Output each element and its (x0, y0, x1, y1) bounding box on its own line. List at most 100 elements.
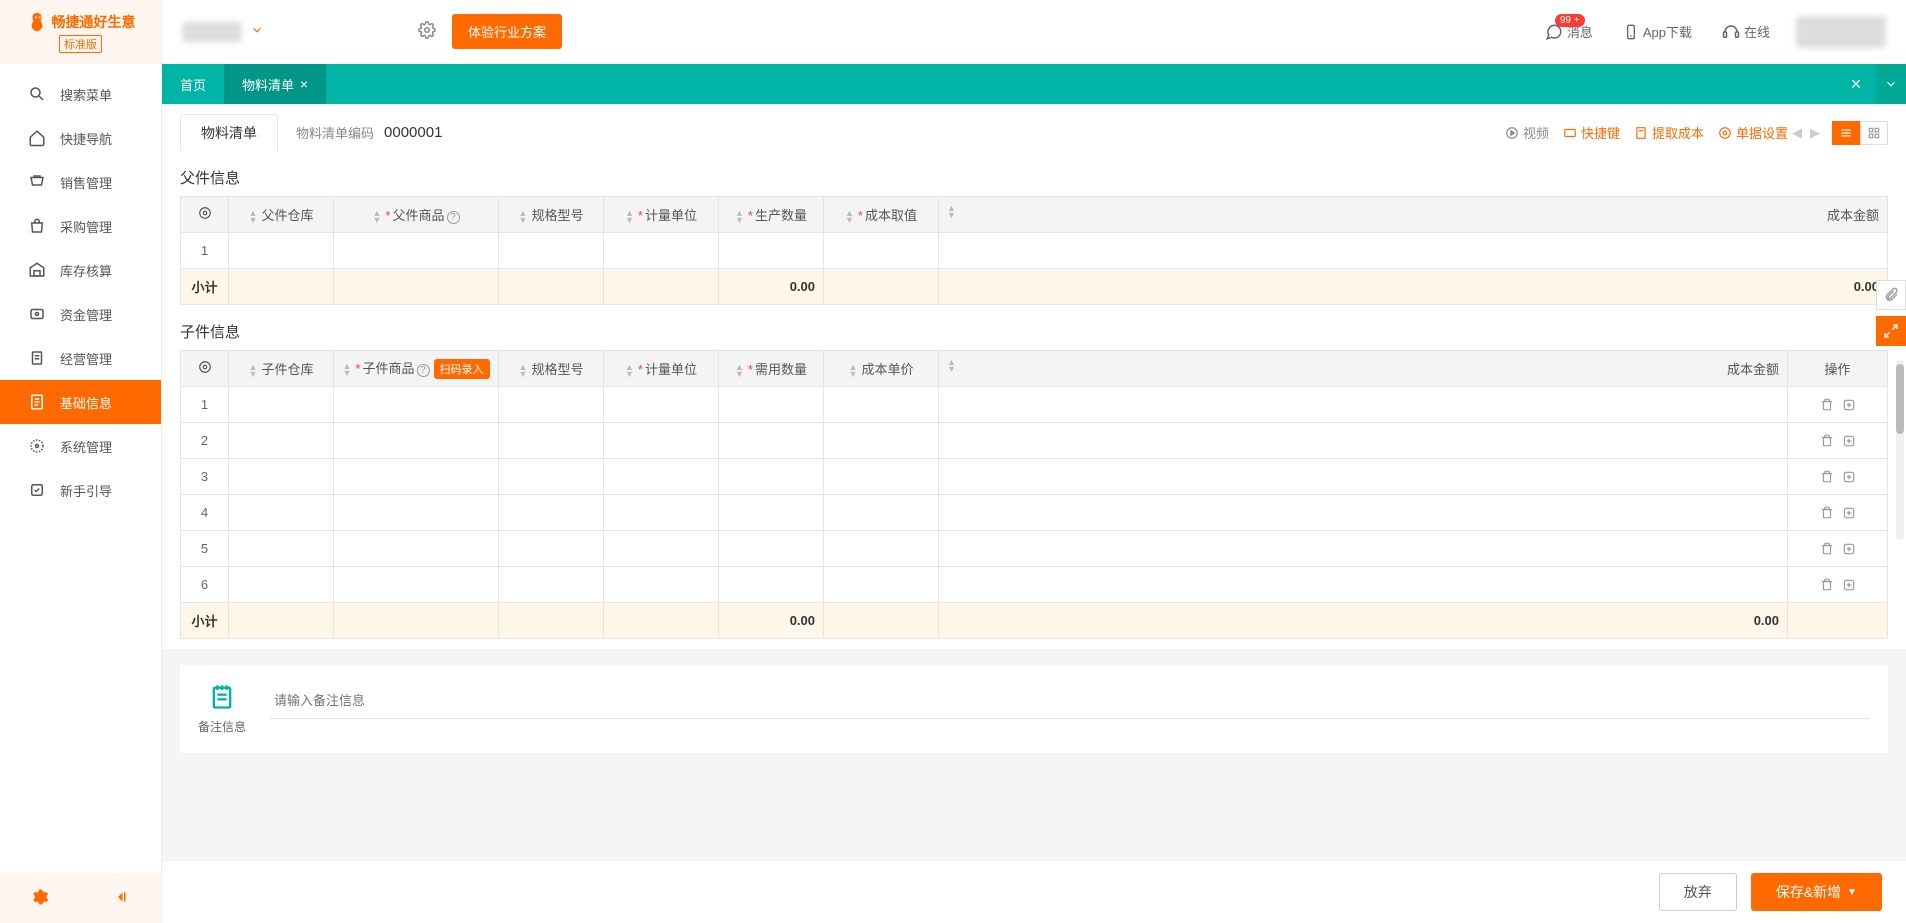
view-grid-button[interactable] (1860, 121, 1888, 145)
delete-row-icon[interactable] (1820, 506, 1834, 520)
nav-basic-info[interactable]: 基础信息 (0, 380, 161, 424)
cell-spec[interactable] (499, 531, 604, 567)
child-col-qty[interactable]: ▲▼*需用数量 (719, 351, 824, 387)
company-selector[interactable] (182, 22, 402, 42)
nav-operations[interactable]: 经营管理 (0, 336, 161, 380)
child-col-unit[interactable]: ▲▼*计量单位 (604, 351, 719, 387)
delete-row-icon[interactable] (1820, 542, 1834, 556)
add-row-icon[interactable] (1842, 542, 1856, 556)
add-row-icon[interactable] (1842, 506, 1856, 520)
cell-unit[interactable] (604, 495, 719, 531)
cell-warehouse[interactable] (229, 531, 334, 567)
cell-cost-amount[interactable] (939, 423, 1788, 459)
child-col-warehouse[interactable]: ▲▼子件仓库 (229, 351, 334, 387)
parent-col-cost-method[interactable]: ▲▼*成本取值 (824, 197, 939, 233)
fullscreen-button[interactable] (1876, 316, 1906, 346)
tab-close-icon[interactable]: × (300, 76, 308, 92)
cell-unit[interactable] (604, 531, 719, 567)
cell-cost-amount[interactable] (939, 531, 1788, 567)
parent-col-warehouse[interactable]: ▲▼父件仓库 (229, 197, 334, 233)
remarks-input[interactable] (270, 683, 1870, 719)
cell-cost-method[interactable] (824, 233, 939, 269)
attachment-button[interactable] (1876, 280, 1906, 310)
view-list-button[interactable] (1832, 121, 1860, 145)
tab-home[interactable]: 首页 (162, 64, 224, 104)
cell-product[interactable] (334, 233, 499, 269)
delete-row-icon[interactable] (1820, 578, 1834, 592)
cell-warehouse[interactable] (229, 233, 334, 269)
add-row-icon[interactable] (1842, 434, 1856, 448)
delete-row-icon[interactable] (1820, 470, 1834, 484)
page-subtab[interactable]: 物料清单 (180, 114, 278, 151)
parent-col-spec[interactable]: ▲▼规格型号 (499, 197, 604, 233)
cell-spec[interactable] (499, 459, 604, 495)
cell-spec[interactable] (499, 495, 604, 531)
save-new-button[interactable]: 保存&新增▼ (1751, 873, 1882, 911)
parent-col-qty[interactable]: ▲▼*生产数量 (719, 197, 824, 233)
doc-settings-action[interactable]: 单据设置 (1718, 123, 1788, 142)
cell-spec[interactable] (499, 567, 604, 603)
child-col-spec[interactable]: ▲▼规格型号 (499, 351, 604, 387)
child-col-product[interactable]: ▲▼*子件商品?扫码录入 (334, 351, 499, 387)
cell-cost-amount[interactable] (939, 567, 1788, 603)
collapse-icon[interactable] (112, 888, 130, 909)
child-col-gear[interactable] (181, 351, 229, 387)
cell-unit-cost[interactable] (824, 531, 939, 567)
child-col-unit-cost[interactable]: ▲▼成本单价 (824, 351, 939, 387)
help-icon[interactable]: ? (447, 211, 460, 224)
cell-unit[interactable] (604, 459, 719, 495)
nav-search[interactable]: 搜索菜单 (0, 72, 161, 116)
discard-button[interactable]: 放弃 (1659, 873, 1737, 911)
cell-qty[interactable] (719, 423, 824, 459)
scan-badge[interactable]: 扫码录入 (434, 359, 490, 379)
cell-qty[interactable] (719, 459, 824, 495)
cell-qty[interactable] (719, 567, 824, 603)
cell-unit-cost[interactable] (824, 387, 939, 423)
parent-col-gear[interactable] (181, 197, 229, 233)
cell-unit[interactable] (604, 233, 719, 269)
shortcut-action[interactable]: 快捷键 (1563, 123, 1620, 142)
cell-qty[interactable] (719, 495, 824, 531)
cell-qty[interactable] (719, 531, 824, 567)
cell-warehouse[interactable] (229, 495, 334, 531)
cell-unit-cost[interactable] (824, 459, 939, 495)
cell-product[interactable] (334, 387, 499, 423)
cell-product[interactable] (334, 459, 499, 495)
expand-tabs-button[interactable] (1876, 64, 1906, 104)
add-row-icon[interactable] (1842, 398, 1856, 412)
nav-purchase[interactable]: 采购管理 (0, 204, 161, 248)
parent-col-cost-amount[interactable]: ▲▼成本金额 (939, 197, 1888, 233)
cell-unit[interactable] (604, 567, 719, 603)
scroll-thumb[interactable] (1896, 364, 1904, 434)
cta-button[interactable]: 体验行业方案 (452, 14, 562, 49)
cell-qty[interactable] (719, 387, 824, 423)
cell-unit[interactable] (604, 387, 719, 423)
child-col-cost-amount[interactable]: ▲▼成本金额 (939, 351, 1788, 387)
nav-quick[interactable]: 快捷导航 (0, 116, 161, 160)
user-avatar-blurred[interactable] (1796, 16, 1886, 48)
cell-product[interactable] (334, 567, 499, 603)
cell-product[interactable] (334, 531, 499, 567)
cell-qty[interactable] (719, 233, 824, 269)
nav-guide[interactable]: 新手引导 (0, 468, 161, 512)
add-row-icon[interactable] (1842, 578, 1856, 592)
cell-spec[interactable] (499, 423, 604, 459)
cell-warehouse[interactable] (229, 567, 334, 603)
nav-inventory[interactable]: 库存核算 (0, 248, 161, 292)
prev-arrow-icon[interactable]: ◀ (1788, 125, 1806, 141)
cell-unit-cost[interactable] (824, 567, 939, 603)
add-row-icon[interactable] (1842, 470, 1856, 484)
nav-finance[interactable]: 资金管理 (0, 292, 161, 336)
delete-row-icon[interactable] (1820, 398, 1834, 412)
close-all-tabs-button[interactable]: × (1836, 64, 1876, 104)
cell-cost-amount[interactable] (939, 233, 1888, 269)
cell-unit-cost[interactable] (824, 495, 939, 531)
extract-cost-action[interactable]: 提取成本 (1634, 123, 1704, 142)
parent-col-product[interactable]: ▲▼*父件商品? (334, 197, 499, 233)
cell-warehouse[interactable] (229, 423, 334, 459)
cell-spec[interactable] (499, 233, 604, 269)
messages-button[interactable]: 99 + 消息 (1545, 22, 1593, 41)
cell-cost-amount[interactable] (939, 387, 1788, 423)
help-icon[interactable]: ? (417, 364, 430, 377)
cell-warehouse[interactable] (229, 387, 334, 423)
